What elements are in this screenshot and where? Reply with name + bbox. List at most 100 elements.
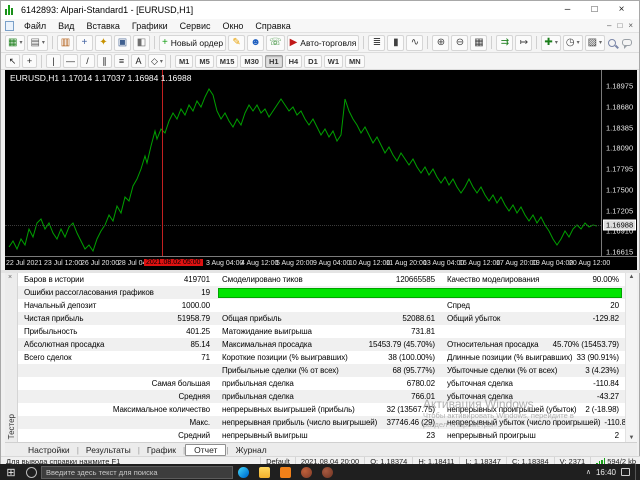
indicators-button[interactable]: ✚ ▾ <box>541 34 561 51</box>
start-button[interactable]: ⊞ <box>0 466 22 479</box>
auto-trading-button[interactable]: ▶ Авто-торговля <box>286 34 360 51</box>
fibonacci-button[interactable]: ≡ <box>114 54 129 68</box>
report-value: 23 <box>426 431 435 440</box>
profiles-icon: ▤ <box>30 36 40 48</box>
strategy-tester-button[interactable]: ◧ <box>132 34 150 51</box>
periods-button[interactable]: ◷ ▾ <box>562 34 583 51</box>
report-row: Абсолютная просадка 85.14 Максимальная про… <box>18 338 625 351</box>
menu-item-5[interactable]: Окно <box>217 21 250 31</box>
experts-button[interactable]: ☻ <box>247 34 265 51</box>
chart-shift-button[interactable]: ↦ <box>515 34 533 51</box>
new-chart-button[interactable]: ▦ ▾ <box>5 34 26 51</box>
report-cell: Ошибки рассогласования графиков 19 <box>18 288 216 297</box>
scroll-down-icon[interactable]: ▼ <box>629 435 635 441</box>
metaeditor-button[interactable]: ✎ <box>228 34 246 51</box>
profiles-button[interactable]: ▤ ▾ <box>27 34 48 51</box>
horizontal-line-icon: — <box>66 56 75 66</box>
drawing-toolbar: ↖ + | — / ∥ ≡ A ◇ ▾ M1 M5 M15 M30 H1 H4 D1 W1 MN <box>1 53 639 70</box>
timeframe-mn[interactable]: MN <box>345 54 365 68</box>
alerts-button[interactable]: ☏ <box>266 34 285 51</box>
report-value: 51958.79 <box>177 314 210 323</box>
edge-icon[interactable] <box>238 466 249 478</box>
tab-отчет[interactable]: Отчет <box>185 443 227 456</box>
timeframe-m5[interactable]: M5 <box>195 54 214 68</box>
timeframe-h1[interactable]: H1 <box>264 54 283 68</box>
report-row: Средний непрерывный выигрыш 23 непрерывный … <box>18 429 625 442</box>
maximize-button[interactable]: □ <box>581 2 608 19</box>
report-label: прибыльная сделка <box>222 392 294 401</box>
file-explorer-icon[interactable] <box>259 466 270 478</box>
timeframe-h4[interactable]: H4 <box>284 54 303 68</box>
timeframe-d1[interactable]: D1 <box>304 54 322 68</box>
price-chart[interactable]: EURUSD,H1 1.17014 1.17037 1.16984 1.1698… <box>5 70 637 270</box>
report-cell: Общая прибыль 52088.61 <box>216 314 441 323</box>
tab-журнал[interactable]: Журнал <box>229 445 274 455</box>
menu-item-6[interactable]: Справка <box>249 21 296 31</box>
candlestick-chart-button[interactable]: ▮ <box>387 34 405 51</box>
timeframe-m15[interactable]: M15 <box>215 54 239 68</box>
mdi-restore-button[interactable]: □ <box>617 21 622 30</box>
terminal-button[interactable]: ▣ <box>113 34 131 51</box>
data-window-button[interactable]: + <box>75 34 93 51</box>
timeframe-m1[interactable]: M1 <box>174 54 194 68</box>
search-icon[interactable] <box>608 38 616 47</box>
report-cell: Смоделировано тиков 120665585 <box>216 275 441 284</box>
auto-scroll-button[interactable]: ⇉ <box>496 34 514 51</box>
time-tick: 9 Aug 04:00 <box>313 260 351 267</box>
tester-close-icon[interactable]: × <box>8 274 12 281</box>
menu-item-1[interactable]: Вид <box>52 21 80 31</box>
arrows-button[interactable]: ◇ ▾ <box>148 54 166 68</box>
crosshair-button[interactable]: + <box>22 54 37 68</box>
chevron-down-icon: ▾ <box>599 40 603 46</box>
candlestick-chart-icon: ▮ <box>393 36 399 48</box>
timeframe-w1[interactable]: W1 <box>323 54 343 68</box>
trendline-button[interactable]: / <box>80 54 95 68</box>
tab-результаты[interactable]: Результаты <box>79 445 138 455</box>
mdi-minimize-button[interactable]: – <box>607 21 611 30</box>
show-desktop-button[interactable] <box>635 464 638 480</box>
toolbar-separator <box>153 36 155 49</box>
zoom-in-button[interactable]: ⊕ <box>432 34 450 51</box>
tray-chevron-icon[interactable]: ∧ <box>586 468 591 476</box>
menu-item-3[interactable]: Графики <box>126 21 174 31</box>
taskbar-app-icon-2[interactable] <box>322 466 333 478</box>
taskbar-clock[interactable]: 16:40 <box>596 468 616 477</box>
line-chart-button[interactable]: ∿ <box>406 34 424 51</box>
new-order-button[interactable]: + Новый ордер <box>158 34 227 51</box>
chart-plot-area[interactable] <box>5 70 601 256</box>
taskbar-app-icon-orange[interactable] <box>280 466 291 478</box>
market-watch-button[interactable]: ▥ <box>56 34 74 51</box>
mdi-close-button[interactable]: × <box>628 21 633 30</box>
timeframe-m30[interactable]: M30 <box>240 54 263 68</box>
action-center-icon[interactable] <box>621 468 630 476</box>
tester-side-strip: × Тестер <box>5 273 18 442</box>
taskbar-search-input[interactable]: Введите здесь текст для поиска <box>41 465 233 479</box>
tab-настройки[interactable]: Настройки <box>21 445 77 455</box>
navigator-button[interactable]: ✦ <box>94 34 112 51</box>
tab-график[interactable]: График <box>140 445 183 455</box>
cursor-button[interactable]: ↖ <box>5 54 20 68</box>
vertical-line-button[interactable]: | <box>46 54 61 68</box>
minimize-button[interactable]: – <box>554 2 581 19</box>
time-axis: 2021.08.02 05:00 22 Jul 2021 23 Jul 12:00… <box>5 256 637 270</box>
auto-trading-icon: ▶ <box>289 36 298 48</box>
taskbar-app-icon-1[interactable] <box>301 466 312 478</box>
report-cell: Средний <box>18 431 216 440</box>
channel-button[interactable]: ∥ <box>97 54 112 68</box>
close-button[interactable]: × <box>608 2 635 19</box>
report-cell: Самая большая <box>18 379 216 388</box>
menu-item-0[interactable]: Файл <box>18 21 52 31</box>
zoom-out-button[interactable]: ⊖ <box>451 34 469 51</box>
templates-button[interactable]: ▨ ▾ <box>584 34 606 51</box>
text-button[interactable]: A <box>131 54 146 68</box>
report-label: непрерывный убыток (число проигрышей) <box>447 418 601 427</box>
chat-icon[interactable] <box>622 39 632 49</box>
menu-item-2[interactable]: Вставка <box>80 21 125 31</box>
horizontal-line-button[interactable]: — <box>63 54 78 68</box>
cortana-icon[interactable] <box>26 466 37 478</box>
menu-item-4[interactable]: Сервис <box>174 21 217 31</box>
report-scrollbar[interactable]: ▲ ▼ <box>625 273 637 442</box>
tile-windows-button[interactable]: ▦ <box>470 34 488 51</box>
bar-chart-button[interactable]: ≣ <box>368 34 386 51</box>
scroll-up-icon[interactable]: ▲ <box>629 274 635 280</box>
